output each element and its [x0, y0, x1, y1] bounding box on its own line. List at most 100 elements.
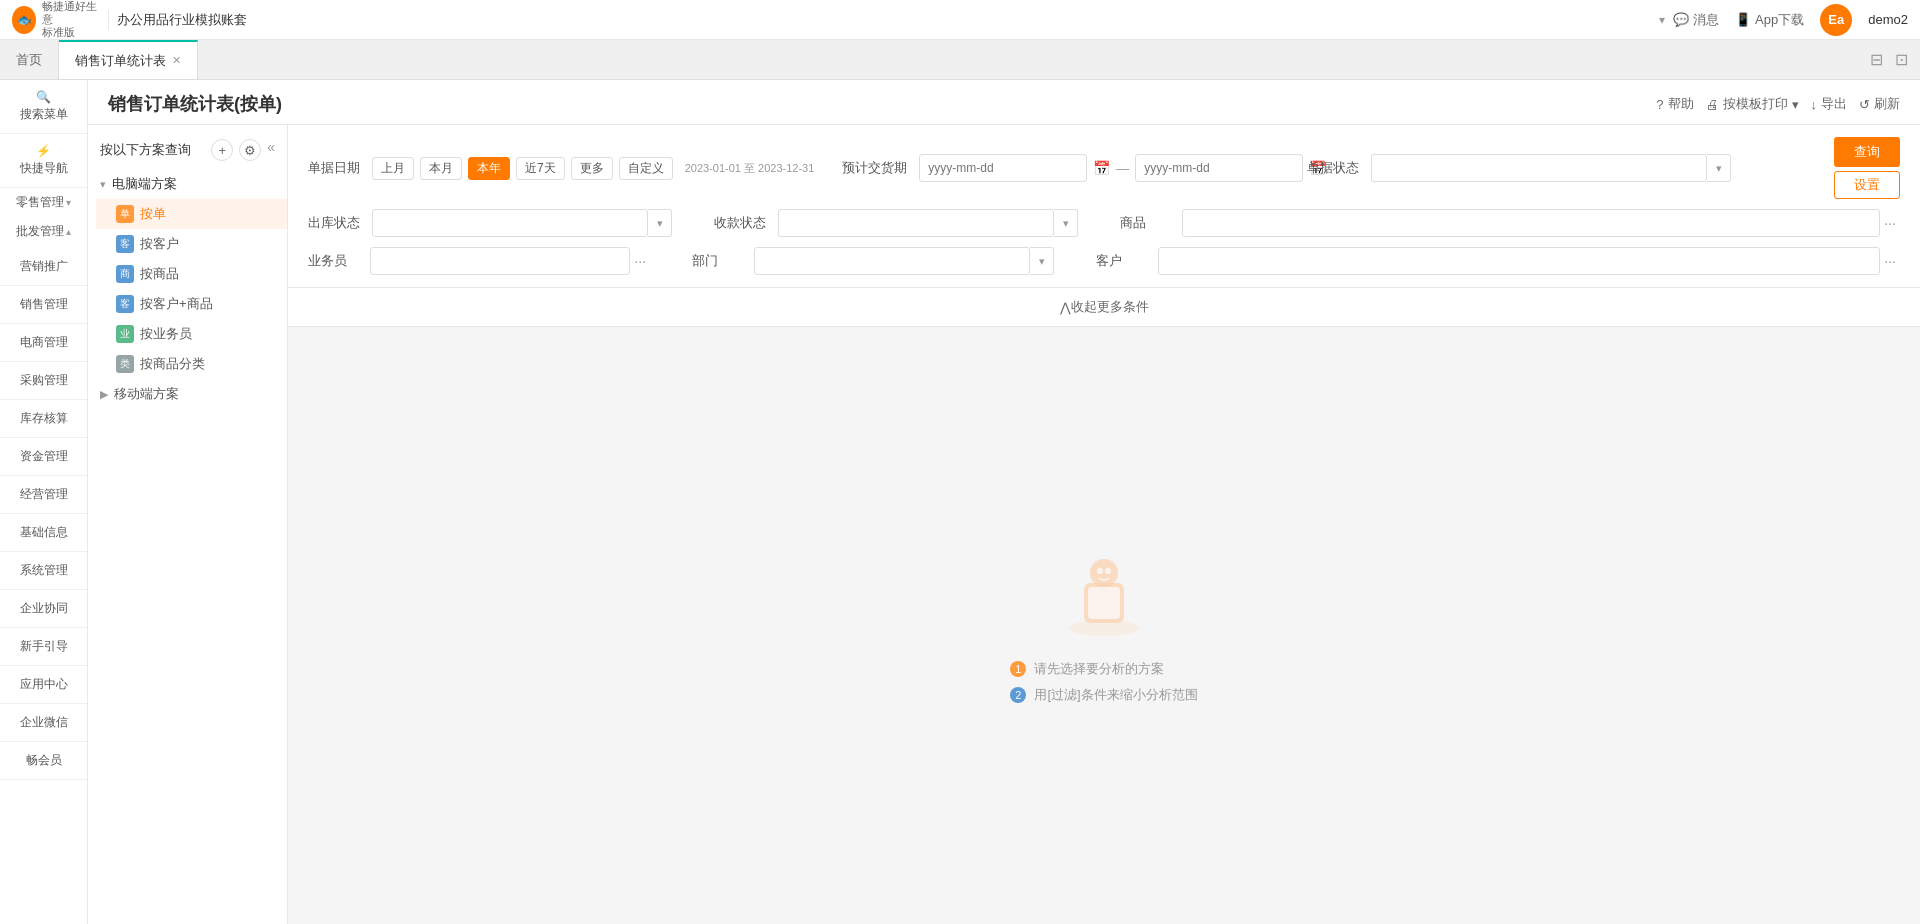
main-panel: 单据日期 上月 本月 本年 近7天 更多 自定义 2023-01-01 至 20…: [288, 125, 1920, 924]
empty-tip-1: 1 请先选择要分析的方案: [1010, 660, 1197, 678]
collapse-icon: ⋀: [1060, 300, 1071, 315]
delivery-status-label: 出库状态: [308, 214, 360, 232]
tab-sales-order[interactable]: 销售订单统计表 ✕: [59, 40, 198, 79]
tab-minimize-icon[interactable]: ⊟: [1870, 50, 1883, 69]
scheme-item-by-customer-goods[interactable]: 客 按客户+商品: [96, 289, 287, 319]
sidebar-item-marketing[interactable]: 营销推广: [0, 246, 87, 286]
app-title-dropdown[interactable]: ▾: [1659, 13, 1665, 27]
dept-arrow[interactable]: ▾: [1030, 247, 1054, 275]
add-scheme-btn[interactable]: +: [211, 139, 233, 161]
date-range-display: 2023-01-01 至 2023-12-31: [685, 161, 815, 176]
dept-group: ▾: [754, 247, 1054, 275]
collapse-bar[interactable]: ⋀ 收起更多条件: [288, 288, 1920, 327]
customer-input[interactable]: [1158, 247, 1880, 275]
avatar[interactable]: Ea: [1820, 4, 1852, 36]
customer-more-icon[interactable]: ···: [1880, 253, 1900, 269]
date-btn-this-year[interactable]: 本年: [468, 157, 510, 180]
app-download-btn[interactable]: 📱 App下载: [1735, 11, 1804, 29]
main-layout: 🔍 搜索菜单 ⚡ 快捷导航 零售管理 ▾ 批发管理 ▴ 营销推广 销售管理 电商…: [0, 80, 1920, 924]
tab-maximize-icon[interactable]: ⊡: [1895, 50, 1908, 69]
salesperson-more-icon[interactable]: ···: [630, 253, 650, 269]
sidebar-item-basic[interactable]: 基础信息: [0, 514, 87, 552]
filter-row-2: 出库状态 ▾ 收款状态 ▾ 商品 ···: [308, 209, 1900, 237]
svg-point-4: [1097, 568, 1103, 574]
tree-parent-mobile[interactable]: ▶ 移动端方案: [88, 379, 287, 409]
sidebar-item-apps[interactable]: 应用中心: [0, 666, 87, 704]
delivery-date-start[interactable]: [919, 154, 1087, 182]
svg-rect-2: [1088, 587, 1120, 619]
sidebar-item-ecommerce[interactable]: 电商管理: [0, 324, 87, 362]
left-panel-header: 按以下方案查询 + ⚙ «: [88, 135, 287, 169]
goods-more-icon[interactable]: ···: [1880, 215, 1900, 231]
tree-parent-pc[interactable]: ▾ 电脑端方案: [88, 169, 287, 199]
scheme-icon-customer: 客: [116, 235, 134, 253]
delivery-date-end[interactable]: [1135, 154, 1303, 182]
export-btn[interactable]: ↓ 导出: [1811, 95, 1848, 113]
date-btn-7days[interactable]: 近7天: [516, 157, 565, 180]
sidebar-item-newbie[interactable]: 新手引导: [0, 628, 87, 666]
sidebar-item-inventory[interactable]: 库存核算: [0, 400, 87, 438]
collapse-panel-btn[interactable]: «: [267, 139, 275, 161]
sidebar-item-corp[interactable]: 企业协同: [0, 590, 87, 628]
refresh-btn[interactable]: ↺ 刷新: [1859, 95, 1900, 113]
delivery-status-select[interactable]: [372, 209, 648, 237]
tip-num-2: 2: [1010, 687, 1026, 703]
sidebar-item-wholesale[interactable]: 批发管理 ▴: [0, 217, 87, 246]
date-btn-last-month[interactable]: 上月: [372, 157, 414, 180]
left-panel-title: 按以下方案查询: [100, 141, 191, 159]
tab-home-label: 首页: [16, 51, 42, 69]
status-label: 单据状态: [1307, 159, 1359, 177]
setting-button[interactable]: 设置: [1834, 171, 1900, 199]
scheme-item-by-order[interactable]: 单 按单: [96, 199, 287, 229]
print-btn[interactable]: 🖨 按模板打印 ▾: [1706, 95, 1799, 113]
scheme-item-by-goods[interactable]: 商 按商品: [96, 259, 287, 289]
dept-label: 部门: [692, 252, 742, 270]
scheme-item-by-salesperson[interactable]: 业 按业务员: [96, 319, 287, 349]
empty-state: 1 请先选择要分析的方案 2 用[过滤]条件来缩小分析范围: [288, 327, 1920, 924]
salesperson-input[interactable]: [370, 247, 630, 275]
scheme-icon-order: 单: [116, 205, 134, 223]
help-btn[interactable]: ? 帮助: [1656, 95, 1693, 113]
customer-label: 客户: [1096, 252, 1146, 270]
sidebar-item-sales[interactable]: 销售管理: [0, 286, 87, 324]
settings-scheme-btn[interactable]: ⚙: [239, 139, 261, 161]
scheme-item-by-customer[interactable]: 客 按客户: [96, 229, 287, 259]
svg-point-5: [1105, 568, 1111, 574]
tab-home[interactable]: 首页: [0, 40, 59, 79]
delivery-date-group: 📅 — 📅: [919, 154, 1279, 182]
delivery-status-arrow[interactable]: ▾: [648, 209, 672, 237]
collapse-label: 收起更多条件: [1071, 298, 1149, 316]
date-btn-custom[interactable]: 自定义: [619, 157, 673, 180]
sidebar-item-purchase[interactable]: 采购管理: [0, 362, 87, 400]
sidebar-item-system[interactable]: 系统管理: [0, 552, 87, 590]
quicknav-icon: ⚡: [36, 144, 51, 158]
receipt-status-arrow[interactable]: ▾: [1054, 209, 1078, 237]
mobile-arrow-icon: ▶: [100, 388, 108, 401]
status-select[interactable]: [1371, 154, 1707, 182]
tab-close-icon[interactable]: ✕: [172, 54, 181, 67]
date-btn-this-month[interactable]: 本月: [420, 157, 462, 180]
sidebar-item-quicknav[interactable]: ⚡ 快捷导航: [0, 134, 87, 188]
calendar-icon-start[interactable]: 📅: [1093, 160, 1110, 176]
receipt-status-group: ▾: [778, 209, 1078, 237]
message-btn[interactable]: 💬 消息: [1673, 11, 1719, 29]
tree-arrow-icon: ▾: [100, 178, 106, 191]
app-title: 办公用品行业模拟账套: [117, 11, 1651, 29]
scheme-item-by-category[interactable]: 类 按商品分类: [96, 349, 287, 379]
sidebar-item-operations[interactable]: 经营管理: [0, 476, 87, 514]
status-select-arrow[interactable]: ▾: [1707, 154, 1731, 182]
date-btn-more[interactable]: 更多: [571, 157, 613, 180]
query-button[interactable]: 查询: [1834, 137, 1900, 167]
sidebar-item-finance[interactable]: 资金管理: [0, 438, 87, 476]
top-right-actions: 💬 消息 📱 App下载 Ea demo2: [1673, 4, 1908, 36]
salesperson-label: 业务员: [308, 252, 358, 270]
goods-input[interactable]: [1182, 209, 1880, 237]
receipt-status-select[interactable]: [778, 209, 1054, 237]
sidebar-item-search[interactable]: 🔍 搜索菜单: [0, 80, 87, 134]
scheme-label-sp: 按业务员: [140, 325, 192, 343]
tip-text-2: 用[过滤]条件来缩小分析范围: [1034, 686, 1197, 704]
sidebar-item-wechat[interactable]: 企业微信: [0, 704, 87, 742]
sidebar-item-member[interactable]: 畅会员: [0, 742, 87, 780]
dept-select[interactable]: [754, 247, 1030, 275]
sidebar-item-retail[interactable]: 零售管理 ▾: [0, 188, 87, 217]
